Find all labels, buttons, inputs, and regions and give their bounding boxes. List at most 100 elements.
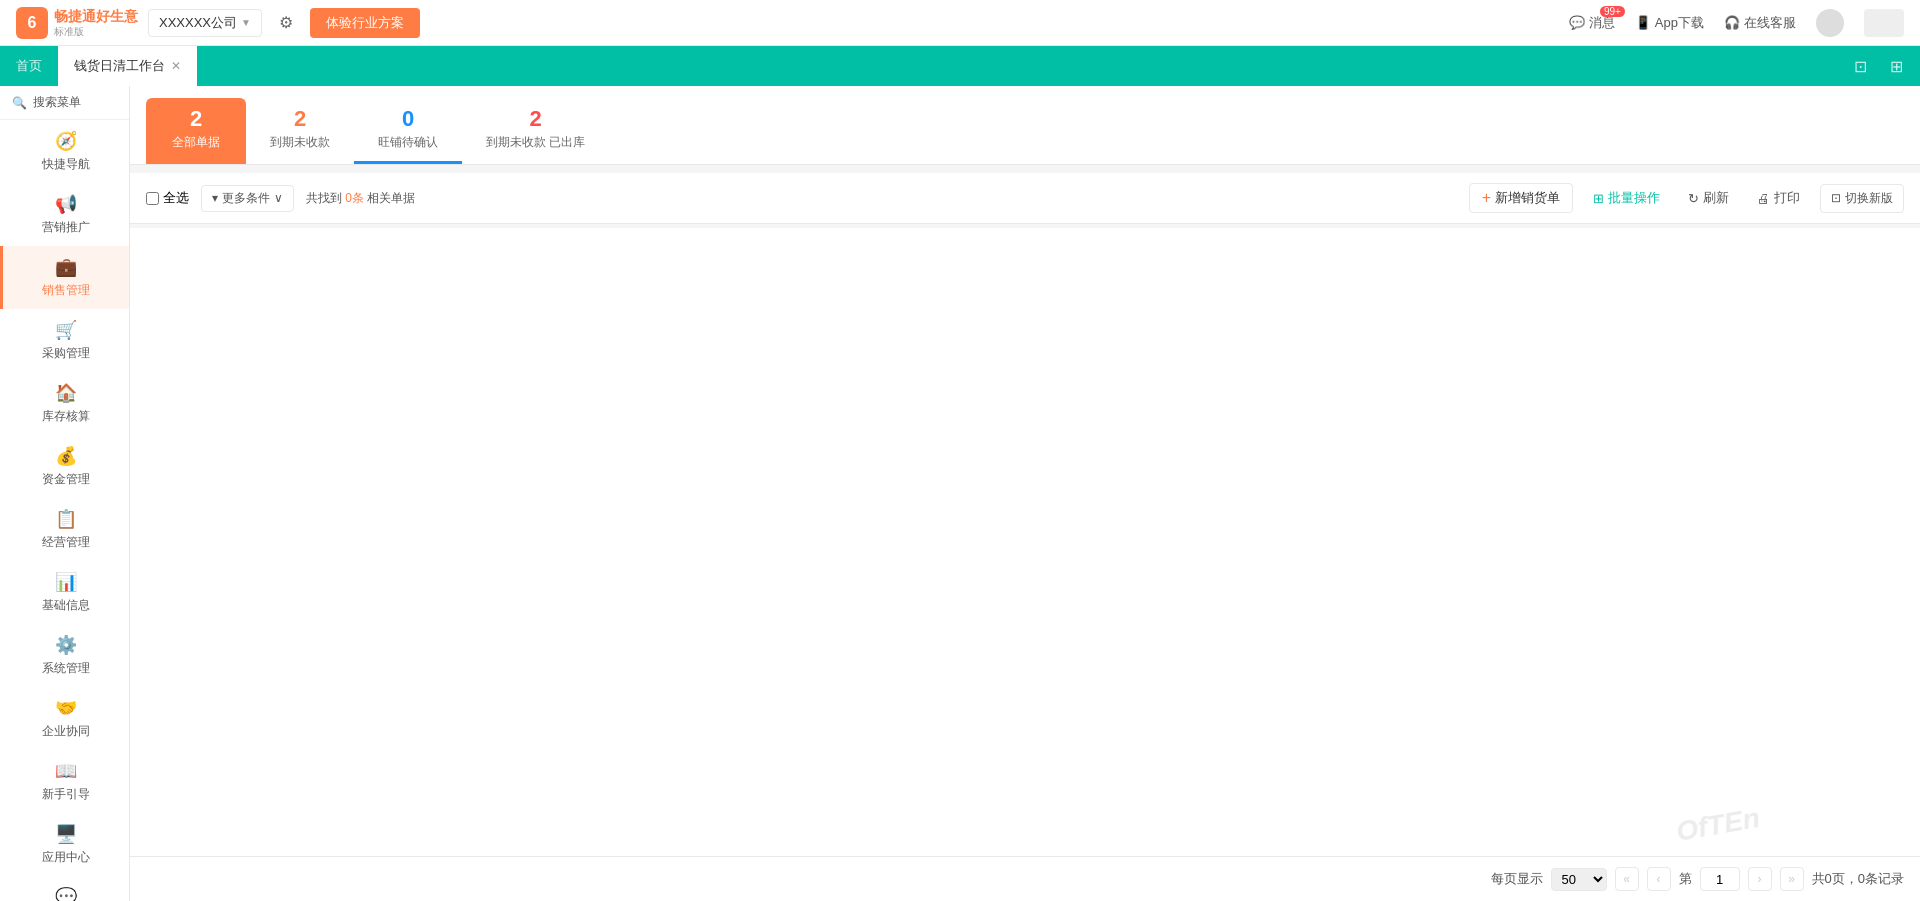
search-menu-item[interactable]: 🔍 搜索菜单 [0, 86, 129, 120]
print-button[interactable]: 🖨 打印 [1749, 185, 1808, 211]
stats-tab-pending[interactable]: 0 旺铺待确认 [354, 98, 462, 164]
pagination: 每页显示 50 100 200 « ‹ 第 › » 共0页，0条记录 [130, 856, 1920, 901]
sidebar-item-operations-label: 经营管理 [42, 534, 90, 551]
found-count: 0条 [345, 191, 364, 205]
sidebar-item-enterprise-wechat[interactable]: 💬 企业微信 [0, 876, 129, 901]
message-badge: 99+ [1600, 6, 1625, 17]
logo-icon: 6 [16, 7, 48, 39]
new-sale-button[interactable]: + 新增销货单 [1469, 183, 1573, 213]
message-item[interactable]: 💬 消息 99+ [1569, 14, 1615, 32]
tab-home[interactable]: 首页 [0, 46, 58, 86]
filter-label: 更多条件 [222, 190, 270, 207]
online-service-label: 在线客服 [1744, 14, 1796, 32]
sidebar-item-marketing[interactable]: 📢 营销推广 [0, 183, 129, 246]
sidebar-item-purchase[interactable]: 🛒 采购管理 [0, 309, 129, 372]
layout: 🔍 搜索菜单 🧭 快捷导航 📢 营销推广 💼 销售管理 🛒 采购管理 🏠 库存核… [0, 86, 1920, 901]
next-page-button[interactable]: › [1748, 867, 1772, 891]
select-all-label: 全选 [163, 189, 189, 207]
table-area [130, 228, 1920, 856]
sidebar-item-basic-info[interactable]: 📊 基础信息 [0, 561, 129, 624]
sidebar-item-system-label: 系统管理 [42, 660, 90, 677]
last-page-button[interactable]: » [1780, 867, 1804, 891]
logo-main: 畅捷通好生意 [54, 7, 138, 25]
sidebar-item-inventory-label: 库存核算 [42, 408, 90, 425]
select-all-checkbox[interactable]: 全选 [146, 189, 189, 207]
app-download-item[interactable]: 📱 App下载 [1635, 14, 1704, 32]
select-all-input[interactable] [146, 192, 159, 205]
refresh-button[interactable]: ↻ 刷新 [1680, 185, 1737, 211]
toolbar-right: + 新增销货单 ⊞ 批量操作 ↻ 刷新 🖨 打印 ⊡ 切换新版 [1469, 183, 1904, 213]
main-content: 2 全部单据 2 到期未收款 0 旺铺待确认 2 到期未收款 已出库 全选 [130, 86, 1920, 901]
per-page-label: 每页显示 [1491, 870, 1543, 888]
stats-tab-overdue-shipped[interactable]: 2 到期未收款 已出库 [462, 98, 609, 164]
user-info[interactable] [1864, 9, 1904, 37]
app-download-icon: 📱 [1635, 15, 1651, 30]
cooperation-icon: 🤝 [55, 697, 77, 719]
toolbar-left: 全选 ▾ 更多条件 ∨ 共找到 0条 相关单据 [146, 185, 415, 212]
sidebar-item-quick-nav[interactable]: 🧭 快捷导航 [0, 120, 129, 183]
tab-close-icon[interactable]: ✕ [171, 59, 181, 73]
stats-pending-label: 旺铺待确认 [378, 134, 438, 151]
total-label: 共0页，0条记录 [1812, 870, 1904, 888]
search-menu-label: 搜索菜单 [33, 94, 81, 111]
print-icon: 🖨 [1757, 191, 1770, 206]
company-dropdown-arrow: ▼ [241, 17, 251, 28]
sidebar-item-cooperation[interactable]: 🤝 企业协同 [0, 687, 129, 750]
tab-work-platform-label: 钱货日清工作台 [74, 57, 165, 75]
search-icon: 🔍 [12, 96, 27, 110]
sidebar-item-app-center[interactable]: 🖥️ 应用中心 [0, 813, 129, 876]
refresh-icon: ↻ [1688, 191, 1699, 206]
logo-area: 6 畅捷通好生意 标准版 [16, 7, 138, 39]
tab-minimize-icon[interactable]: ⊡ [1846, 52, 1874, 80]
sidebar-item-sales[interactable]: 💼 销售管理 [0, 246, 129, 309]
stats-tab-all[interactable]: 2 全部单据 [146, 98, 246, 164]
refresh-label: 刷新 [1703, 189, 1729, 207]
sidebar-item-app-center-label: 应用中心 [42, 849, 90, 866]
sidebar-item-finance-label: 资金管理 [42, 471, 90, 488]
prev-page-button[interactable]: ‹ [1647, 867, 1671, 891]
batch-ops-button[interactable]: ⊞ 批量操作 [1585, 185, 1668, 211]
per-page-select[interactable]: 50 100 200 [1551, 868, 1607, 891]
sidebar-item-system[interactable]: ⚙️ 系统管理 [0, 624, 129, 687]
found-suffix: 相关单据 [367, 191, 415, 205]
top-bar: 6 畅捷通好生意 标准版 XXXXXX公司 ▼ ⚙ 体验行业方案 💬 消息 99… [0, 0, 1920, 46]
tab-work-platform[interactable]: 钱货日清工作台 ✕ [58, 46, 197, 86]
new-sale-label: 新增销货单 [1495, 189, 1560, 207]
sidebar-item-inventory[interactable]: 🏠 库存核算 [0, 372, 129, 435]
top-bar-right: 💬 消息 99+ 📱 App下载 🎧 在线客服 [1569, 9, 1904, 37]
first-page-button[interactable]: « [1615, 867, 1639, 891]
switch-version-button[interactable]: ⊡ 切换新版 [1820, 184, 1904, 213]
sidebar-item-guide[interactable]: 📖 新手引导 [0, 750, 129, 813]
company-selector[interactable]: XXXXXX公司 ▼ [148, 9, 262, 37]
batch-ops-label: 批量操作 [1608, 189, 1660, 207]
prev-page-icon: ‹ [1657, 872, 1661, 886]
app-center-icon: 🖥️ [55, 823, 77, 845]
stats-pending-num: 0 [402, 106, 414, 132]
sidebar-item-sales-label: 销售管理 [42, 282, 90, 299]
online-service-item[interactable]: 🎧 在线客服 [1724, 14, 1796, 32]
settings-icon[interactable]: ⚙ [272, 9, 300, 37]
operations-icon: 📋 [55, 508, 77, 530]
stats-overdue-shipped-num: 2 [530, 106, 542, 132]
tab-maximize-icon[interactable]: ⊞ [1882, 52, 1910, 80]
stats-tab-overdue[interactable]: 2 到期未收款 [246, 98, 354, 164]
stats-overdue-num: 2 [294, 106, 306, 132]
found-prefix: 共找到 [306, 191, 342, 205]
tab-bar-actions: ⊡ ⊞ [1846, 52, 1920, 80]
page-label: 第 [1679, 870, 1692, 888]
top-bar-left: 6 畅捷通好生意 标准版 XXXXXX公司 ▼ ⚙ 体验行业方案 [16, 7, 420, 39]
headset-icon: 🎧 [1724, 15, 1740, 30]
batch-ops-icon: ⊞ [1593, 191, 1604, 206]
page-input[interactable] [1700, 867, 1740, 891]
try-industry-button[interactable]: 体验行业方案 [310, 8, 420, 38]
guide-icon: 📖 [55, 760, 77, 782]
tab-home-label: 首页 [16, 57, 42, 75]
sidebar-item-operations[interactable]: 📋 经营管理 [0, 498, 129, 561]
sidebar-item-finance[interactable]: 💰 资金管理 [0, 435, 129, 498]
found-text: 共找到 0条 相关单据 [306, 190, 415, 207]
avatar[interactable] [1816, 9, 1844, 37]
message-icon: 💬 [1569, 15, 1585, 30]
plus-icon: + [1482, 189, 1491, 207]
filter-button[interactable]: ▾ 更多条件 ∨ [201, 185, 294, 212]
sidebar-item-purchase-label: 采购管理 [42, 345, 90, 362]
